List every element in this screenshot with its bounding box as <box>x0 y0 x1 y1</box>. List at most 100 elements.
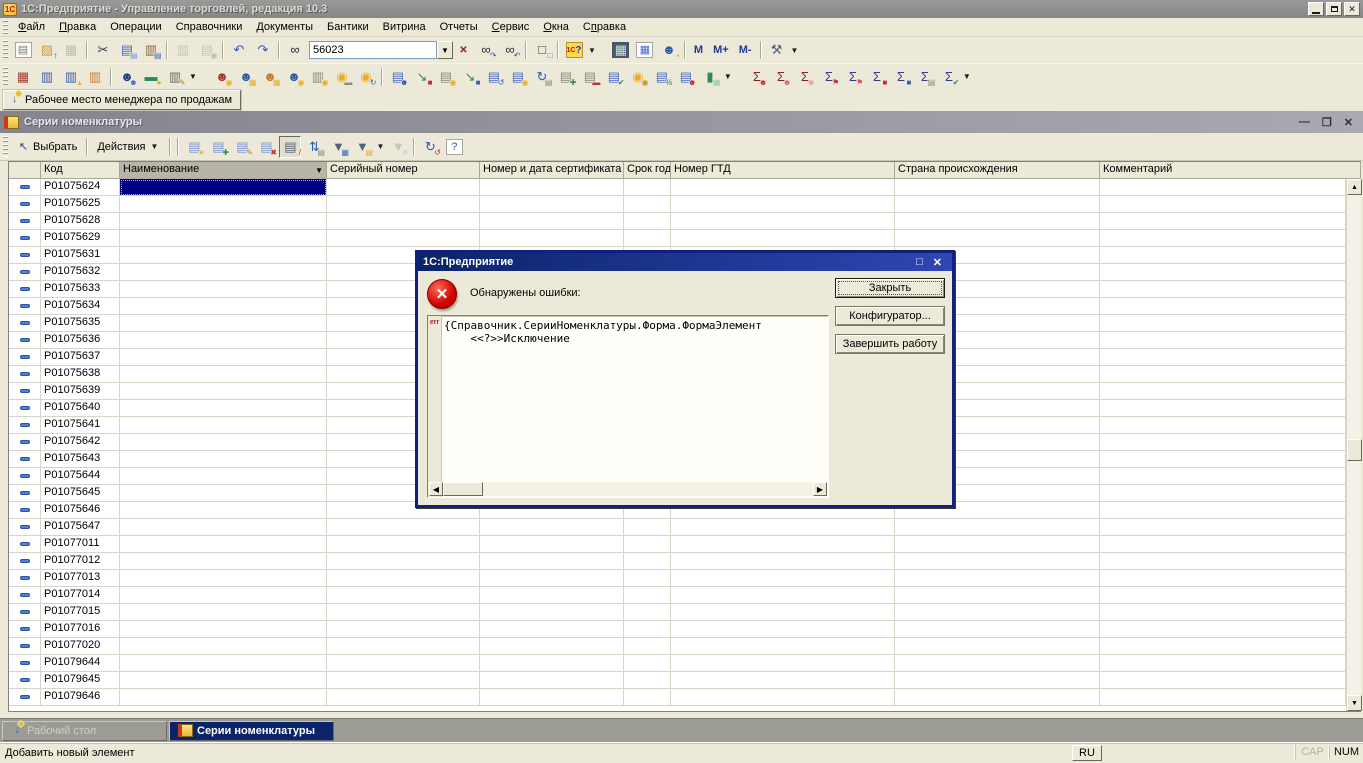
empty-cell[interactable] <box>1100 638 1346 655</box>
child-close-button[interactable]: ✕ <box>1338 116 1359 129</box>
order-person-button[interactable]: ☻ ◉ <box>211 66 233 88</box>
empty-cell[interactable] <box>1100 383 1346 400</box>
row-marker-cell[interactable] <box>9 417 41 434</box>
hscroll-thumb[interactable] <box>443 482 483 496</box>
empty-cell[interactable] <box>120 502 327 519</box>
report-statement-icon[interactable]: Σ ▤ <box>916 69 936 87</box>
empty-cell[interactable] <box>1100 689 1346 706</box>
code-cell[interactable]: P01077015 <box>41 604 120 621</box>
help-icon[interactable]: ? <box>445 138 463 155</box>
empty-cell[interactable] <box>120 417 327 434</box>
row-marker-cell[interactable] <box>9 247 41 264</box>
empty-cell[interactable] <box>1100 468 1346 485</box>
empty-cell[interactable] <box>120 264 327 281</box>
find-prev-icon[interactable]: ∞ ↶ <box>502 42 520 60</box>
empty-cell[interactable] <box>327 689 480 706</box>
empty-cell[interactable] <box>327 621 480 638</box>
sales-manager-workspace-button[interactable]: ↓ ◆ Рабочее место менеджера по продажам <box>3 89 242 110</box>
money-out-button[interactable]: ▤ ▬ <box>579 66 601 88</box>
empty-cell[interactable] <box>1100 332 1346 349</box>
help-1c-icon[interactable]: 1С? <box>565 42 583 58</box>
empty-cell[interactable] <box>671 621 895 638</box>
empty-cell[interactable] <box>895 587 1100 604</box>
row-marker-cell[interactable] <box>9 536 41 553</box>
restore-button[interactable] <box>1326 2 1342 16</box>
goods-issue-button[interactable]: ↘ ■ <box>459 66 481 88</box>
row-marker-cell[interactable] <box>9 400 41 417</box>
search-dropdown-button[interactable]: ▼ <box>437 41 453 59</box>
report-box-red-icon[interactable]: Σ ■ <box>868 69 888 87</box>
empty-cell[interactable] <box>1100 655 1346 672</box>
empty-cell[interactable] <box>1100 400 1346 417</box>
report-customers-icon[interactable]: Σ ☻ <box>796 69 816 87</box>
coins-exchange-button[interactable]: ◉ ↻ <box>355 66 377 88</box>
customize-tools-icon[interactable]: ⚒ <box>768 42 785 58</box>
empty-cell[interactable] <box>120 621 327 638</box>
empty-cell[interactable] <box>120 519 327 536</box>
sales-chart-icon[interactable]: ▥ ◉ <box>309 69 329 87</box>
windows-list-icon[interactable]: □ □ <box>534 42 552 60</box>
table-row[interactable]: P01077016 <box>9 621 1346 638</box>
chevron-down-icon[interactable]: ▼ <box>961 72 973 81</box>
scroll-up-button[interactable]: ▲ <box>1347 179 1362 195</box>
empty-cell[interactable] <box>120 315 327 332</box>
cut-button[interactable]: ✂ <box>92 39 114 61</box>
empty-cell[interactable] <box>671 519 895 536</box>
order-person-icon[interactable]: ☻ ◉ <box>213 69 232 87</box>
hscroll-right-button[interactable]: ▶ <box>813 482 827 496</box>
receipt-printer-icon[interactable]: ▥ ▴ <box>63 69 82 87</box>
scroll-down-button[interactable]: ▼ <box>1347 695 1362 711</box>
empty-cell[interactable] <box>895 621 1100 638</box>
doc-coins-icon[interactable]: ▤ ◉ <box>509 69 529 87</box>
menu-окна[interactable]: Окна <box>536 19 576 35</box>
empty-cell[interactable] <box>480 655 624 672</box>
report-flag-2-button[interactable]: Σ ⚑ <box>842 66 864 88</box>
empty-cell[interactable] <box>1100 621 1346 638</box>
money-out-icon[interactable]: ▤ ▬ <box>581 69 601 87</box>
refresh-icon[interactable]: ↻ ↺ <box>422 139 441 157</box>
goods-receipt-button[interactable]: ↘ ■ <box>411 66 433 88</box>
save-button[interactable]: ▦ <box>60 39 82 61</box>
code-cell[interactable]: P01075644 <box>41 468 120 485</box>
menu-отчеты[interactable]: Отчеты <box>433 19 485 35</box>
sale-cart-button[interactable]: ☻ ▦ <box>235 66 257 88</box>
report-box-blue-icon[interactable]: Σ ■ <box>892 69 912 87</box>
empty-cell[interactable] <box>671 689 895 706</box>
empty-cell[interactable] <box>120 383 327 400</box>
empty-cell[interactable] <box>671 230 895 247</box>
find-next-button[interactable]: ∞ ↷ <box>475 39 497 61</box>
column-header-номер гтд[interactable]: Номер ГТД <box>671 162 895 179</box>
customize-tools-button[interactable]: ⚒ <box>766 39 788 61</box>
code-cell[interactable]: P01075641 <box>41 417 120 434</box>
toggle-deleted-button[interactable]: ▤ / <box>279 135 302 158</box>
empty-cell[interactable] <box>120 196 327 213</box>
report-box-blue-button[interactable]: Σ ■ <box>890 66 912 88</box>
sort-list-button[interactable]: ⇅ ▤ <box>303 136 325 158</box>
empty-cell[interactable] <box>624 655 671 672</box>
item-delete-icon[interactable]: ▤ ✖ <box>258 139 277 157</box>
calculator-icon[interactable]: ▦ <box>612 42 630 58</box>
empty-cell[interactable] <box>480 689 624 706</box>
child-restore-button[interactable]: ❐ <box>1316 116 1338 129</box>
empty-cell[interactable] <box>671 196 895 213</box>
find-icon[interactable]: ∞ <box>287 42 304 58</box>
money-transfer-button[interactable]: ▤ ↺ <box>483 66 505 88</box>
dialog-button-shutdown[interactable]: Завершить работу <box>835 334 945 354</box>
empty-cell[interactable] <box>480 213 624 230</box>
empty-cell[interactable] <box>120 298 327 315</box>
help-1c-button[interactable]: 1С? <box>563 39 585 61</box>
empty-cell[interactable] <box>120 434 327 451</box>
empty-cell[interactable] <box>624 536 671 553</box>
debt-coin-button[interactable]: ◉ ▬ <box>331 66 353 88</box>
close-button[interactable]: ✕ <box>1344 2 1360 16</box>
filter-window-icon[interactable]: ▼ ▦ <box>330 139 349 157</box>
code-cell[interactable]: P01075637 <box>41 349 120 366</box>
code-cell[interactable]: P01075628 <box>41 213 120 230</box>
row-marker-cell[interactable] <box>9 281 41 298</box>
empty-cell[interactable] <box>120 451 327 468</box>
chevron-down-icon[interactable]: ▼ <box>187 72 199 81</box>
print-icon[interactable]: ▥ <box>175 42 192 58</box>
empty-cell[interactable] <box>895 230 1100 247</box>
item-new-button[interactable]: ▤ ★ <box>183 136 205 158</box>
empty-cell[interactable] <box>895 213 1100 230</box>
